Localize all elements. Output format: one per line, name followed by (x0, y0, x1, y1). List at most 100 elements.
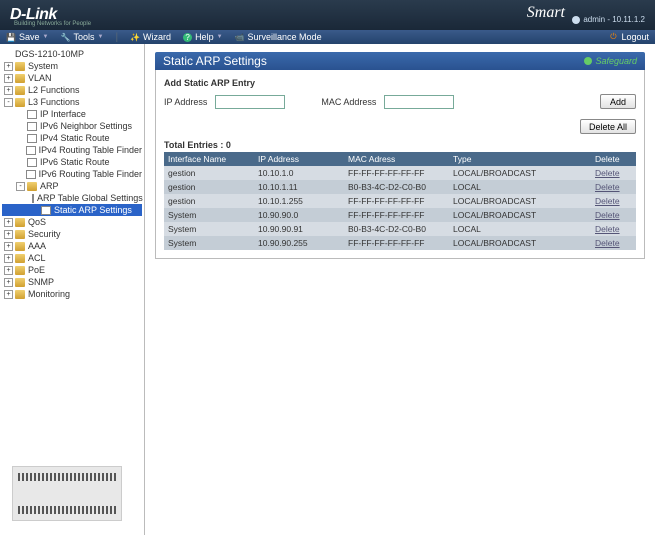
expand-icon[interactable]: + (4, 62, 13, 71)
tree-item-aaa[interactable]: +AAA (2, 240, 142, 252)
cell-type: LOCAL/BROADCAST (449, 208, 591, 222)
expand-icon[interactable]: + (4, 290, 13, 299)
delete-link[interactable]: Delete (595, 182, 620, 192)
tree-item-acl[interactable]: + ACL (2, 252, 142, 264)
tree-item-ipv6-neighbor-settings[interactable]: IPv6 Neighbor Settings (2, 120, 142, 132)
expander-blank (16, 110, 25, 119)
collapse-icon[interactable]: - (4, 98, 13, 107)
cell-iface: System (164, 236, 254, 250)
brand-tagline: Building Networks for People (14, 21, 91, 27)
mac-label: MAC Address (321, 97, 376, 107)
help-menu[interactable]: ? Help ▼ (183, 32, 222, 42)
expand-icon[interactable]: + (4, 242, 13, 251)
tree-item-label: IPv6 Routing Table Finder (39, 169, 142, 179)
tree-item-ipv6-static-route[interactable]: IPv6 Static Route (2, 156, 142, 168)
tree-item-ipv4-routing-table-finder[interactable]: IPv4 Routing Table Finder (2, 144, 142, 156)
expand-icon[interactable]: + (4, 218, 13, 227)
tree-item-poe[interactable]: +PoE (2, 264, 142, 276)
safeguard-badge: Safeguard (584, 56, 637, 66)
tree-item-label: VLAN (28, 73, 52, 83)
delete-link[interactable]: Delete (595, 238, 620, 248)
cell-mac: FF-FF-FF-FF-FF-FF (344, 194, 449, 208)
table-row: System10.90.90.0FF-FF-FF-FF-FF-FFLOCAL/B… (164, 208, 636, 222)
ip-input[interactable] (215, 95, 285, 109)
cell-type: LOCAL/BROADCAST (449, 236, 591, 250)
page-icon (32, 194, 34, 203)
logout-button[interactable]: ⏻ Logout (608, 32, 649, 42)
table-row: gestion10.10.1.255FF-FF-FF-FF-FF-FFLOCAL… (164, 194, 636, 208)
add-entry-form: IP Address MAC Address Add (164, 94, 636, 109)
delete-link[interactable]: Delete (595, 224, 620, 234)
tree-item-system[interactable]: +System (2, 60, 142, 72)
arp-table: Interface NameIP AddressMAC AdressTypeDe… (164, 152, 636, 250)
folder-icon (15, 74, 25, 83)
tree-item-label: ARP (40, 181, 59, 191)
tree-item-l2-functions[interactable]: + L2 Functions (2, 84, 142, 96)
tree-item-qos[interactable]: +QoS (2, 216, 142, 228)
tree-item-l3-functions[interactable]: -L3 Functions (2, 96, 142, 108)
cell-delete: Delete (591, 194, 636, 208)
tools-menu[interactable]: 🔧 Tools ▼ (60, 32, 103, 42)
cell-ip: 10.10.1.11 (254, 180, 344, 194)
logout-label: Logout (621, 32, 649, 42)
delete-link[interactable]: Delete (595, 168, 620, 178)
wizard-label: Wizard (143, 32, 171, 42)
page-icon (27, 134, 37, 143)
mac-input[interactable] (384, 95, 454, 109)
page-icon (26, 146, 35, 155)
tree-item-label: IP Interface (40, 109, 86, 119)
expand-icon[interactable]: + (4, 254, 13, 263)
tools-icon: 🔧 (60, 32, 70, 42)
tree-item-arp-table-global-settings[interactable]: ARP Table Global Settings (2, 192, 142, 204)
folder-icon (15, 266, 25, 275)
help-label: Help (195, 32, 214, 42)
folder-icon (27, 182, 37, 191)
tree-device[interactable]: DGS-1210-10MP (2, 48, 142, 60)
tree-item-arp[interactable]: - ARP (2, 180, 142, 192)
expander-blank (16, 134, 25, 143)
cell-type: LOCAL/BROADCAST (449, 194, 591, 208)
tree-item-ip-interface[interactable]: IP Interface (2, 108, 142, 120)
expand-icon[interactable]: + (4, 74, 13, 83)
expander-blank (16, 122, 25, 131)
surveillance-button[interactable]: 📹 Surveillance Mode (235, 32, 322, 42)
tree-device-label: DGS-1210-10MP (15, 49, 84, 59)
save-menu[interactable]: 💾 Save ▼ (6, 32, 48, 42)
expand-icon[interactable]: + (4, 86, 13, 95)
total-entries-label: Total Entries : 0 (164, 140, 636, 150)
tree-item-monitoring[interactable]: +Monitoring (2, 288, 142, 300)
chevron-down-icon: ▼ (217, 34, 223, 40)
tree-item-snmp[interactable]: +SNMP (2, 276, 142, 288)
expand-icon[interactable]: + (4, 230, 13, 239)
tree-item-security[interactable]: +Security (2, 228, 142, 240)
tree-item-ipv4-static-route[interactable]: IPv4 Static Route (2, 132, 142, 144)
delete-link[interactable]: Delete (595, 210, 620, 220)
wizard-button[interactable]: ✨ Wizard (130, 32, 171, 42)
table-row: System10.90.90.255FF-FF-FF-FF-FF-FFLOCAL… (164, 236, 636, 250)
tree-item-ipv6-routing-table-finder[interactable]: IPv6 Routing Table Finder (2, 168, 142, 180)
delete-all-button[interactable]: Delete All (580, 119, 636, 134)
help-icon: ? (183, 33, 192, 42)
nav-tree: DGS-1210-10MP +System+VLAN+L2 Functions-… (0, 44, 145, 535)
chevron-down-icon: ▼ (97, 34, 103, 40)
cell-mac: FF-FF-FF-FF-FF-FF (344, 236, 449, 250)
admin-info: admin - 10.11.1.2 (572, 15, 645, 24)
expand-icon[interactable]: + (4, 278, 13, 287)
cell-mac: FF-FF-FF-FF-FF-FF (344, 208, 449, 222)
collapse-icon[interactable]: - (16, 182, 25, 191)
folder-icon (15, 278, 25, 287)
tree-item-label: L2 Functions (28, 85, 80, 95)
folder-icon (15, 98, 25, 107)
cell-delete: Delete (591, 180, 636, 194)
expand-icon[interactable]: + (4, 266, 13, 275)
tree-item-label: ACL (28, 253, 46, 263)
tree-item-label: Static ARP Settings (54, 205, 132, 215)
main-area: DGS-1210-10MP +System+VLAN+L2 Functions-… (0, 44, 655, 535)
tree-item-static-arp-settings[interactable]: Static ARP Settings (2, 204, 142, 216)
cell-mac: FF-FF-FF-FF-FF-FF (344, 166, 449, 180)
tree-item-vlan[interactable]: + VLAN (2, 72, 142, 84)
cell-ip: 10.90.90.91 (254, 222, 344, 236)
add-button[interactable]: Add (600, 94, 636, 109)
device-image (2, 456, 142, 531)
delete-link[interactable]: Delete (595, 196, 620, 206)
